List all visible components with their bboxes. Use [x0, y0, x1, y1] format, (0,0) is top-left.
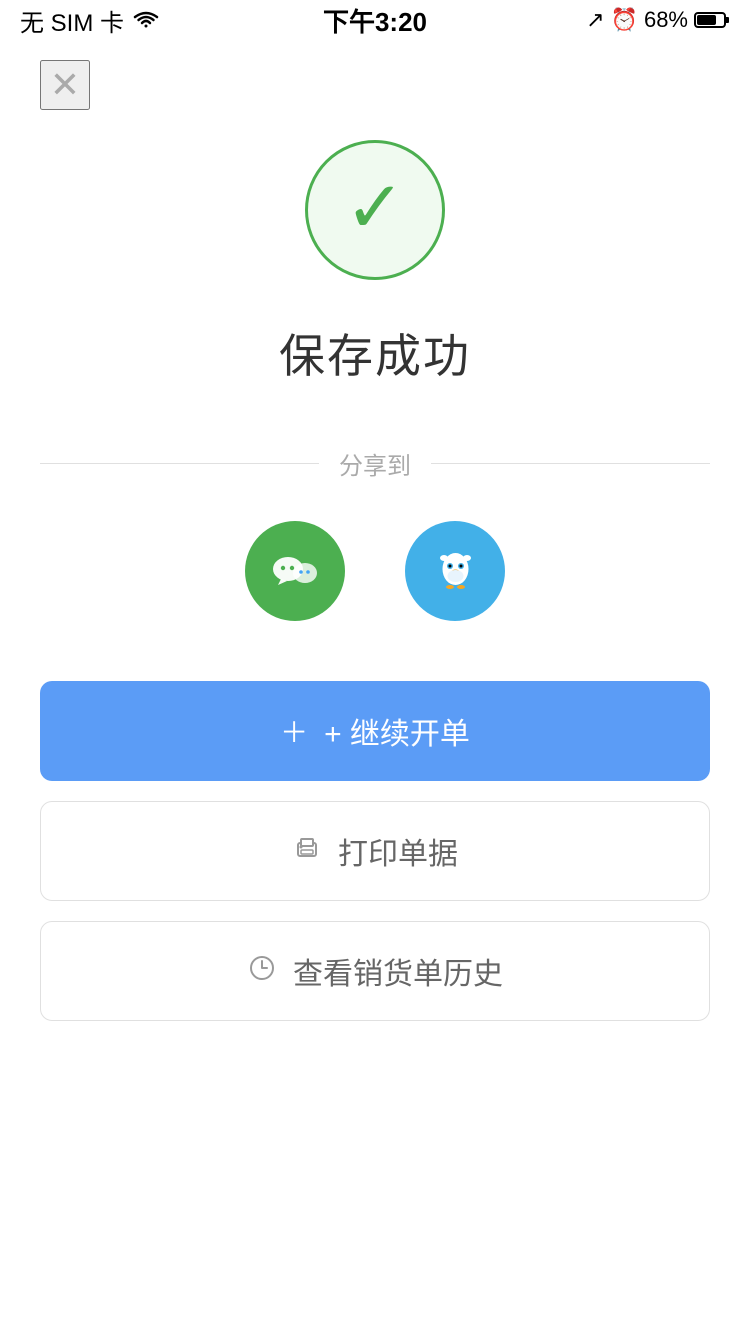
history-button-label: 查看销货单历史: [293, 949, 503, 993]
share-section: 分享到: [40, 446, 710, 621]
share-label: 分享到: [339, 446, 411, 481]
location-icon: ↗: [586, 7, 604, 33]
share-qq-button[interactable]: [405, 521, 505, 621]
close-button[interactable]: ✕: [40, 60, 90, 110]
status-bar-time: 下午3:20: [323, 2, 427, 39]
status-bar: 无 SIM 卡 下午3:20 ↗ ⏰ 68%: [0, 0, 750, 40]
share-wechat-button[interactable]: [245, 521, 345, 621]
main-content: ✕ ✓ 保存成功 分享到: [0, 40, 750, 1061]
history-icon: [247, 953, 277, 990]
history-button[interactable]: 查看销货单历史: [40, 921, 710, 1021]
share-divider: 分享到: [40, 446, 710, 481]
status-bar-right: ↗ ⏰ 68%: [586, 7, 730, 33]
success-title: 保存成功: [279, 320, 471, 386]
battery-icon: [694, 10, 730, 30]
print-button-label: 打印单据: [338, 829, 458, 873]
plus-icon: ＋: [280, 711, 308, 751]
action-buttons: ＋ + 继续开单 打印单据 查看销货单历史: [40, 681, 710, 1021]
status-bar-left: 无 SIM 卡: [20, 3, 160, 38]
close-icon: ✕: [50, 67, 80, 103]
battery-text: 68%: [644, 7, 688, 33]
continue-button[interactable]: ＋ + 继续开单: [40, 681, 710, 781]
carrier-text: 无 SIM 卡: [20, 3, 124, 38]
continue-button-label: + 继续开单: [324, 709, 470, 753]
qq-icon: [428, 544, 483, 599]
checkmark-icon: ✓: [345, 172, 405, 244]
wifi-icon: [132, 10, 160, 30]
wechat-icon: [265, 541, 325, 601]
share-icons-row: [40, 521, 710, 621]
print-button[interactable]: 打印单据: [40, 801, 710, 901]
success-icon-circle: ✓: [305, 140, 445, 280]
print-icon: [292, 833, 322, 870]
alarm-icon: ⏰: [611, 7, 638, 33]
